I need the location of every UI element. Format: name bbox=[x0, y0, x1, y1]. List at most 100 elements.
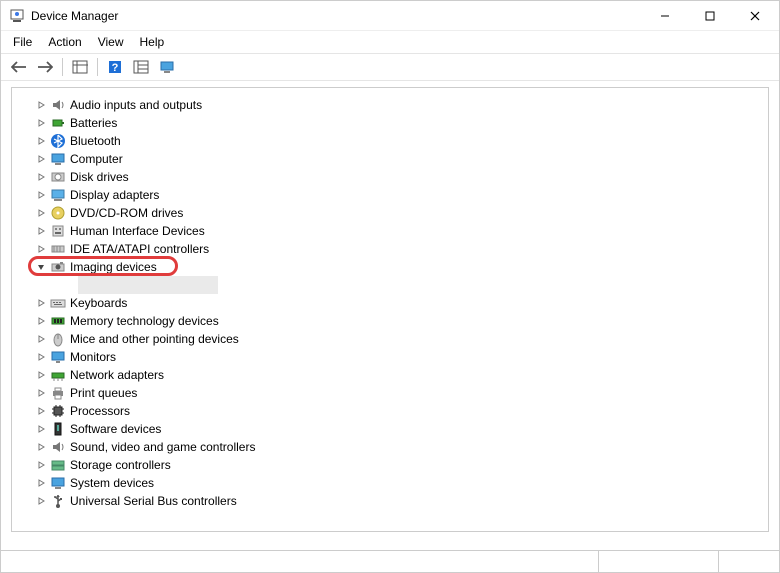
audio-icon bbox=[50, 97, 66, 113]
battery-icon bbox=[50, 115, 66, 131]
chevron-right-icon[interactable] bbox=[34, 352, 48, 362]
titlebar: Device Manager bbox=[1, 1, 779, 31]
app-icon bbox=[9, 8, 25, 24]
ide-icon bbox=[50, 241, 66, 257]
toolbar-show-hide-button[interactable] bbox=[68, 56, 92, 78]
usb-icon bbox=[50, 493, 66, 509]
chevron-right-icon[interactable] bbox=[34, 460, 48, 470]
menu-help[interactable]: Help bbox=[132, 33, 173, 51]
chevron-right-icon[interactable] bbox=[34, 496, 48, 506]
chevron-right-icon[interactable] bbox=[34, 172, 48, 182]
network-icon bbox=[50, 367, 66, 383]
tree-item-system-devices[interactable]: System devices bbox=[16, 474, 764, 492]
close-button[interactable] bbox=[732, 2, 777, 30]
tree-item-sound-video-and-game-controllers[interactable]: Sound, video and game controllers bbox=[16, 438, 764, 456]
statusbar bbox=[1, 550, 779, 572]
tree-child-item[interactable] bbox=[16, 276, 764, 294]
chevron-right-icon[interactable] bbox=[34, 100, 48, 110]
tree-item-memory-technology-devices[interactable]: Memory technology devices bbox=[16, 312, 764, 330]
tree-item-label: Keyboards bbox=[70, 296, 127, 310]
tree-item-label: Mice and other pointing devices bbox=[70, 332, 239, 346]
tree-item-computer[interactable]: Computer bbox=[16, 150, 764, 168]
chevron-right-icon[interactable] bbox=[34, 298, 48, 308]
chevron-right-icon[interactable] bbox=[34, 406, 48, 416]
menu-file[interactable]: File bbox=[5, 33, 40, 51]
toolbar-help-button[interactable]: ? bbox=[103, 56, 127, 78]
tree-item-keyboards[interactable]: Keyboards bbox=[16, 294, 764, 312]
tree-item-label: System devices bbox=[70, 476, 154, 490]
optical-drive-icon bbox=[50, 205, 66, 221]
tree-item-batteries[interactable]: Batteries bbox=[16, 114, 764, 132]
tree-item-disk-drives[interactable]: Disk drives bbox=[16, 168, 764, 186]
menu-view[interactable]: View bbox=[90, 33, 132, 51]
tree-item-label: Print queues bbox=[70, 386, 137, 400]
status-segment bbox=[1, 551, 599, 572]
menu-action[interactable]: Action bbox=[40, 33, 89, 51]
menubar: File Action View Help bbox=[1, 31, 779, 53]
tree-item-monitors[interactable]: Monitors bbox=[16, 348, 764, 366]
chevron-right-icon[interactable] bbox=[34, 424, 48, 434]
tree-item-dvd-cd-rom-drives[interactable]: DVD/CD-ROM drives bbox=[16, 204, 764, 222]
toolbar-separator bbox=[62, 58, 63, 76]
keyboard-icon bbox=[50, 295, 66, 311]
tree-item-mice-and-other-pointing-devices[interactable]: Mice and other pointing devices bbox=[16, 330, 764, 348]
tree-item-label: Imaging devices bbox=[70, 260, 157, 274]
tree-item-label: Sound, video and game controllers bbox=[70, 440, 255, 454]
minimize-button[interactable] bbox=[642, 2, 687, 30]
toolbar-forward-button[interactable] bbox=[33, 56, 57, 78]
hid-icon bbox=[50, 223, 66, 239]
tree-item-label: Display adapters bbox=[70, 188, 159, 202]
toolbar-properties-button[interactable] bbox=[129, 56, 153, 78]
toolbar-scan-button[interactable] bbox=[155, 56, 179, 78]
chevron-right-icon[interactable] bbox=[34, 226, 48, 236]
status-segment bbox=[599, 551, 719, 572]
tree-item-label: Processors bbox=[70, 404, 130, 418]
device-tree: Audio inputs and outputsBatteries Bluetoo… bbox=[16, 96, 764, 510]
chevron-right-icon[interactable] bbox=[34, 334, 48, 344]
tree-item-label: Monitors bbox=[70, 350, 116, 364]
tree-item-processors[interactable]: Processors bbox=[16, 402, 764, 420]
tree-item-software-devices[interactable]: Software devices bbox=[16, 420, 764, 438]
tree-item-human-interface-devices[interactable]: Human Interface Devices bbox=[16, 222, 764, 240]
tree-item-imaging-devices[interactable]: Imaging devices bbox=[16, 258, 764, 276]
tree-item-universal-serial-bus-controllers[interactable]: Universal Serial Bus controllers bbox=[16, 492, 764, 510]
tree-item-ide-ata-atapi-controllers[interactable]: IDE ATA/ATAPI controllers bbox=[16, 240, 764, 258]
imaging-icon bbox=[50, 259, 66, 275]
tree-item-label: Bluetooth bbox=[70, 134, 121, 148]
tree-item-print-queues[interactable]: Print queues bbox=[16, 384, 764, 402]
chevron-right-icon[interactable] bbox=[34, 136, 48, 146]
tree-item-label: Human Interface Devices bbox=[70, 224, 205, 238]
chevron-down-icon[interactable] bbox=[34, 262, 48, 272]
software-device-icon bbox=[50, 421, 66, 437]
window-title: Device Manager bbox=[31, 9, 642, 23]
svg-text:?: ? bbox=[112, 62, 119, 74]
tree-item-label: Universal Serial Bus controllers bbox=[70, 494, 237, 508]
device-tree-pane[interactable]: Audio inputs and outputsBatteries Bluetoo… bbox=[11, 87, 769, 532]
chevron-right-icon[interactable] bbox=[34, 478, 48, 488]
chevron-right-icon[interactable] bbox=[34, 316, 48, 326]
tree-item-bluetooth[interactable]: Bluetooth bbox=[16, 132, 764, 150]
tree-item-storage-controllers[interactable]: Storage controllers bbox=[16, 456, 764, 474]
monitor-icon bbox=[50, 349, 66, 365]
chevron-right-icon[interactable] bbox=[34, 154, 48, 164]
chevron-right-icon[interactable] bbox=[34, 388, 48, 398]
maximize-button[interactable] bbox=[687, 2, 732, 30]
display-adapter-icon bbox=[50, 187, 66, 203]
tree-item-audio-inputs-and-outputs[interactable]: Audio inputs and outputs bbox=[16, 96, 764, 114]
status-segment bbox=[719, 551, 779, 572]
disk-icon bbox=[50, 169, 66, 185]
chevron-right-icon[interactable] bbox=[34, 370, 48, 380]
mouse-icon bbox=[50, 331, 66, 347]
toolbar-back-button[interactable] bbox=[7, 56, 31, 78]
chevron-right-icon[interactable] bbox=[34, 118, 48, 128]
chevron-right-icon[interactable] bbox=[34, 442, 48, 452]
chevron-right-icon[interactable] bbox=[34, 190, 48, 200]
sound-controller-icon bbox=[50, 439, 66, 455]
tree-item-display-adapters[interactable]: Display adapters bbox=[16, 186, 764, 204]
tree-item-label: IDE ATA/ATAPI controllers bbox=[70, 242, 209, 256]
tree-item-label: Disk drives bbox=[70, 170, 129, 184]
chevron-right-icon[interactable] bbox=[34, 244, 48, 254]
chevron-right-icon[interactable] bbox=[34, 208, 48, 218]
computer-icon bbox=[50, 151, 66, 167]
tree-item-network-adapters[interactable]: Network adapters bbox=[16, 366, 764, 384]
